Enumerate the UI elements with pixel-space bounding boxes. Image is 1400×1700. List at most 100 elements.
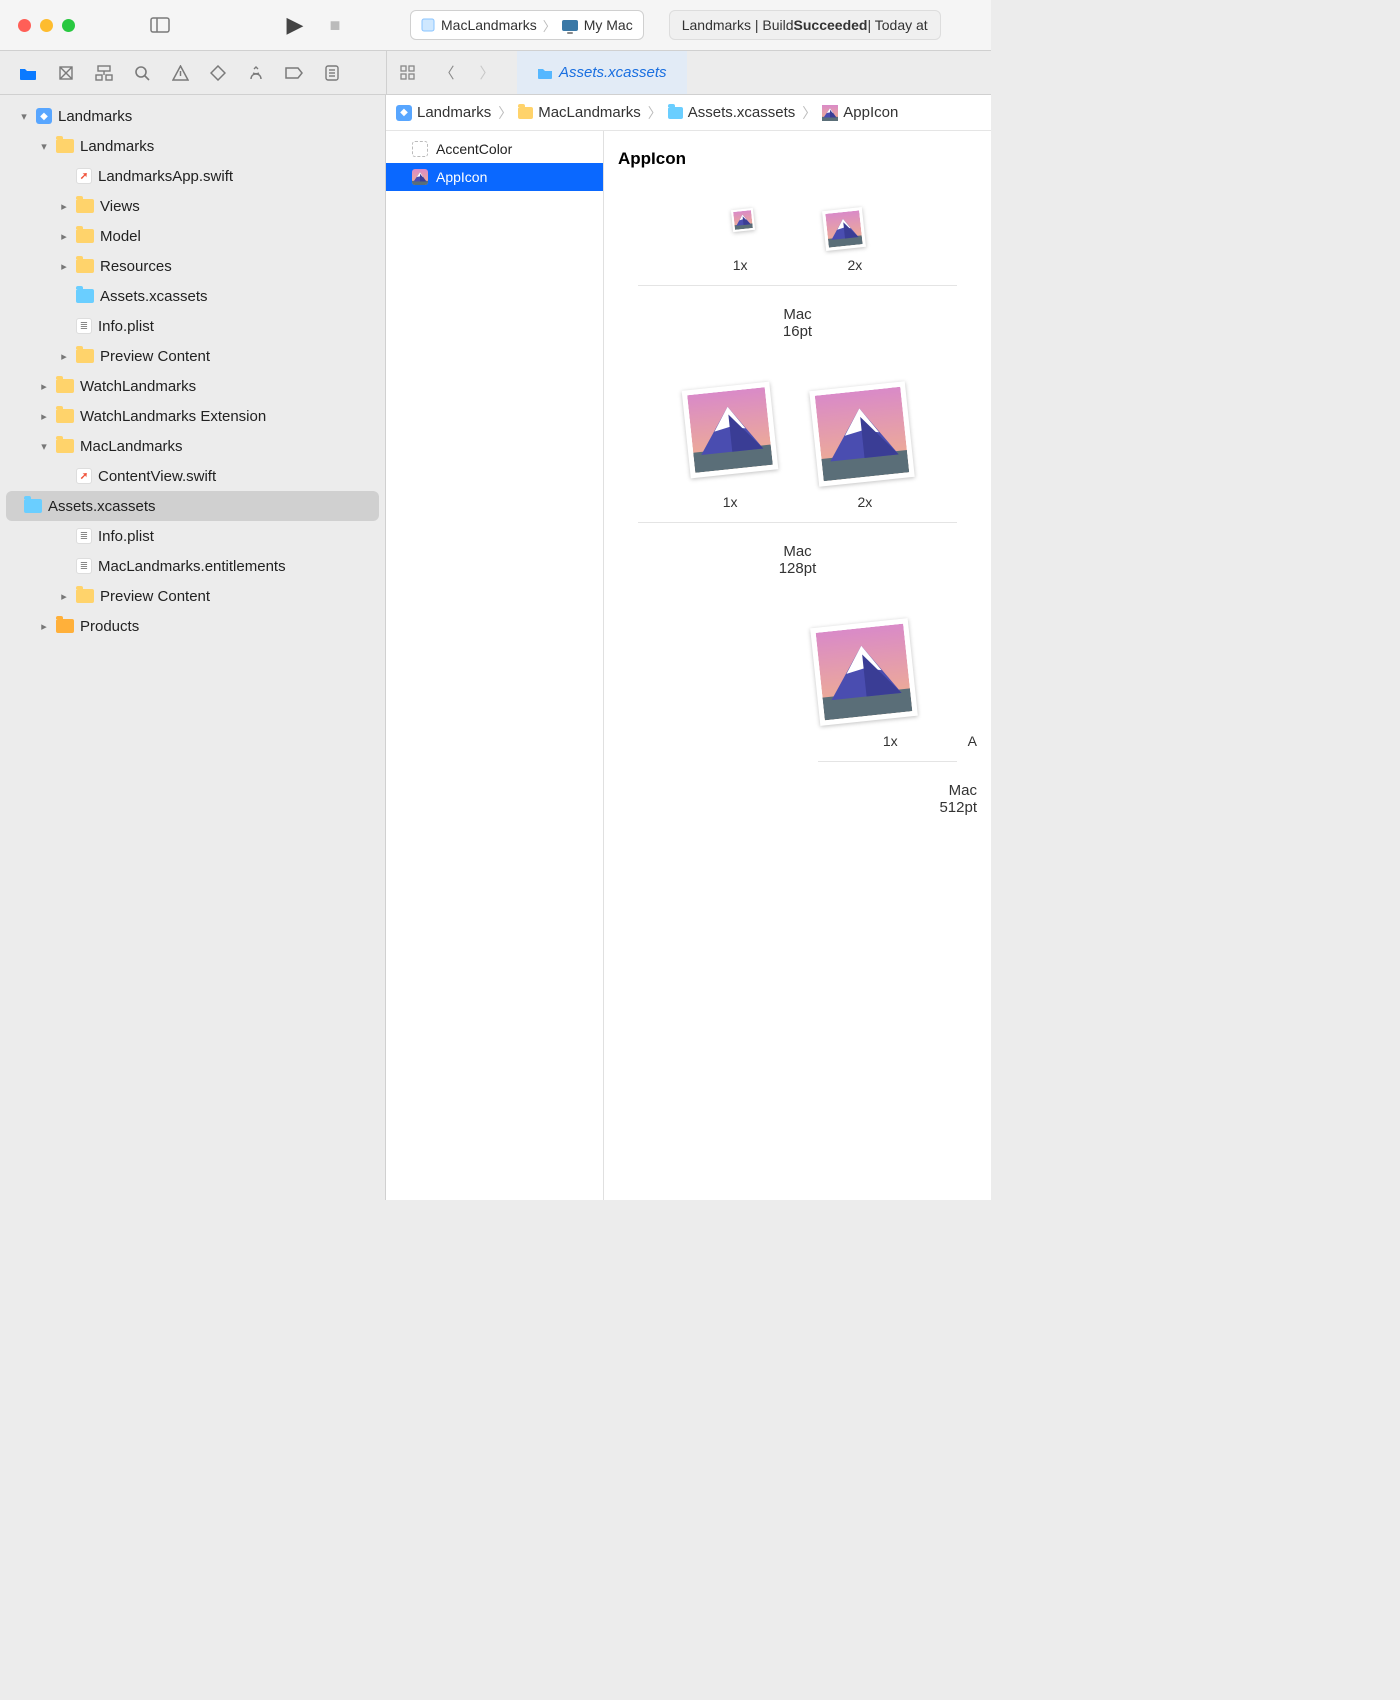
tree-item[interactable]: ➚ContentView.swift bbox=[0, 461, 385, 491]
folder-icon bbox=[56, 139, 74, 153]
tree-item[interactable]: ▸Views bbox=[0, 191, 385, 221]
tree-item-label: Info.plist bbox=[98, 318, 154, 335]
breadcrumb-item[interactable]: Assets.xcassets 〉 bbox=[668, 103, 819, 123]
symbol-navigator-icon[interactable] bbox=[90, 59, 118, 87]
go-back-button[interactable]: 〈 bbox=[427, 62, 467, 83]
size-caption-platform: Mac bbox=[618, 782, 977, 799]
icon-slot[interactable] bbox=[824, 209, 864, 249]
asset-item-appicon[interactable]: AppIcon bbox=[386, 163, 603, 191]
asset-item-label: AppIcon bbox=[436, 169, 487, 185]
scale-label: A bbox=[968, 733, 977, 749]
tree-item[interactable]: ▾MacLandmarks bbox=[0, 431, 385, 461]
status-text-prefix: Landmarks | Build bbox=[682, 17, 794, 33]
divider bbox=[638, 522, 957, 523]
tree-item-label: Assets.xcassets bbox=[100, 288, 208, 305]
icon-image bbox=[822, 207, 866, 251]
chevron-right-icon: 〉 bbox=[646, 103, 664, 123]
icon-set-row bbox=[618, 209, 977, 249]
folder-icon bbox=[76, 589, 94, 603]
accentcolor-icon bbox=[412, 141, 428, 157]
plist-file-icon: ≣ bbox=[76, 558, 92, 574]
issue-navigator-icon[interactable] bbox=[166, 59, 194, 87]
scheme-selector[interactable]: MacLandmarks 〉 My Mac bbox=[410, 10, 644, 40]
tree-item[interactable]: ▸Preview Content bbox=[0, 581, 385, 611]
tree-item[interactable]: ▸Model bbox=[0, 221, 385, 251]
folder-icon bbox=[76, 259, 94, 273]
asset-title: AppIcon bbox=[618, 149, 977, 169]
tree-item[interactable]: ▸Products bbox=[0, 611, 385, 641]
icon-slot[interactable] bbox=[732, 209, 754, 249]
report-navigator-icon[interactable] bbox=[318, 59, 346, 87]
icon-slot[interactable] bbox=[686, 386, 774, 482]
chevron-right-icon: 〉 bbox=[496, 103, 514, 123]
size-caption-points: 16pt bbox=[618, 323, 977, 340]
debug-navigator-icon[interactable] bbox=[242, 59, 270, 87]
related-items-icon[interactable] bbox=[387, 65, 427, 80]
project-icon: ◆ bbox=[396, 105, 412, 121]
find-navigator-icon[interactable] bbox=[128, 59, 156, 87]
tree-item[interactable]: ▸WatchLandmarks Extension bbox=[0, 401, 385, 431]
tree-item[interactable]: ≣Info.plist bbox=[0, 311, 385, 341]
stop-button[interactable]: ■ bbox=[320, 12, 350, 38]
folder-icon bbox=[56, 409, 74, 423]
folder-icon bbox=[56, 439, 74, 453]
test-navigator-icon[interactable] bbox=[204, 59, 232, 87]
tree-project-root[interactable]: ▾◆Landmarks bbox=[0, 101, 385, 131]
folder-icon bbox=[76, 349, 94, 363]
tree-item[interactable]: ▸Resources bbox=[0, 251, 385, 281]
close-window-button[interactable] bbox=[18, 19, 31, 32]
breadcrumb-item[interactable]: ◆ Landmarks 〉 bbox=[396, 103, 514, 123]
status-text-bold: Succeeded bbox=[794, 17, 868, 33]
folder-icon bbox=[76, 229, 94, 243]
tree-item[interactable]: ▸WatchLandmarks bbox=[0, 371, 385, 401]
scheme-device-label: My Mac bbox=[584, 17, 633, 33]
tree-item[interactable]: ➚LandmarksApp.swift bbox=[0, 161, 385, 191]
folder-icon bbox=[76, 199, 94, 213]
icon-slot[interactable] bbox=[814, 386, 910, 482]
tree-item[interactable]: Assets.xcassets bbox=[6, 491, 379, 521]
minimize-window-button[interactable] bbox=[40, 19, 53, 32]
folder-icon bbox=[518, 107, 533, 119]
breakpoint-navigator-icon[interactable] bbox=[280, 59, 308, 87]
scale-label: 1x bbox=[733, 257, 748, 273]
folder-icon bbox=[56, 379, 74, 393]
icon-image bbox=[810, 618, 918, 726]
plist-file-icon: ≣ bbox=[76, 528, 92, 544]
icon-set-row bbox=[618, 623, 977, 721]
breadcrumb-item[interactable]: AppIcon bbox=[822, 104, 898, 121]
tree-item[interactable]: ≣MacLandmarks.entitlements bbox=[0, 551, 385, 581]
icon-image bbox=[730, 208, 754, 232]
appicon-icon bbox=[412, 169, 428, 185]
tree-item-label: Landmarks bbox=[80, 138, 154, 155]
tree-item[interactable]: ≣Info.plist bbox=[0, 521, 385, 551]
tree-item-label: Preview Content bbox=[100, 348, 210, 365]
source-control-navigator-icon[interactable] bbox=[52, 59, 80, 87]
breadcrumb-item[interactable]: MacLandmarks 〉 bbox=[518, 103, 664, 123]
toggle-navigator-icon[interactable] bbox=[145, 12, 175, 38]
tree-item-label: Landmarks bbox=[58, 108, 132, 125]
project-navigator-icon[interactable] bbox=[14, 59, 42, 87]
asset-item-label: AccentColor bbox=[436, 141, 512, 157]
scale-label: 1x bbox=[883, 733, 898, 749]
activity-status[interactable]: Landmarks | Build Succeeded | Today at bbox=[669, 10, 941, 40]
chevron-right-icon: 〉 bbox=[543, 16, 556, 35]
run-button[interactable]: ▶ bbox=[280, 12, 310, 38]
titlebar: ▶ ■ MacLandmarks 〉 My Mac Landmarks | Bu… bbox=[0, 0, 991, 51]
scale-label: 2x bbox=[858, 494, 873, 510]
size-caption-platform: Mac bbox=[618, 543, 977, 560]
asset-detail: AppIcon 1x 2x Mac 16pt bbox=[604, 131, 991, 1200]
window-controls bbox=[0, 19, 75, 32]
editor-tab[interactable]: Assets.xcassets bbox=[517, 51, 687, 95]
size-caption: Mac 16pt bbox=[618, 306, 977, 340]
tree-item[interactable]: ▾Landmarks bbox=[0, 131, 385, 161]
editor-breadcrumb: ◆ Landmarks 〉 MacLandmarks 〉 Assets.xcas… bbox=[386, 95, 991, 131]
tree-item[interactable]: ▸Preview Content bbox=[0, 341, 385, 371]
tree-item-label: Products bbox=[80, 618, 139, 635]
icon-slot[interactable] bbox=[815, 623, 913, 721]
asset-outline: AccentColor AppIcon bbox=[386, 131, 604, 1200]
tree-item[interactable]: Assets.xcassets bbox=[0, 281, 385, 311]
asset-item-accentcolor[interactable]: AccentColor bbox=[386, 135, 603, 163]
go-forward-button[interactable]: 〉 bbox=[467, 62, 507, 83]
zoom-window-button[interactable] bbox=[62, 19, 75, 32]
size-caption: Mac 512pt bbox=[618, 782, 977, 816]
